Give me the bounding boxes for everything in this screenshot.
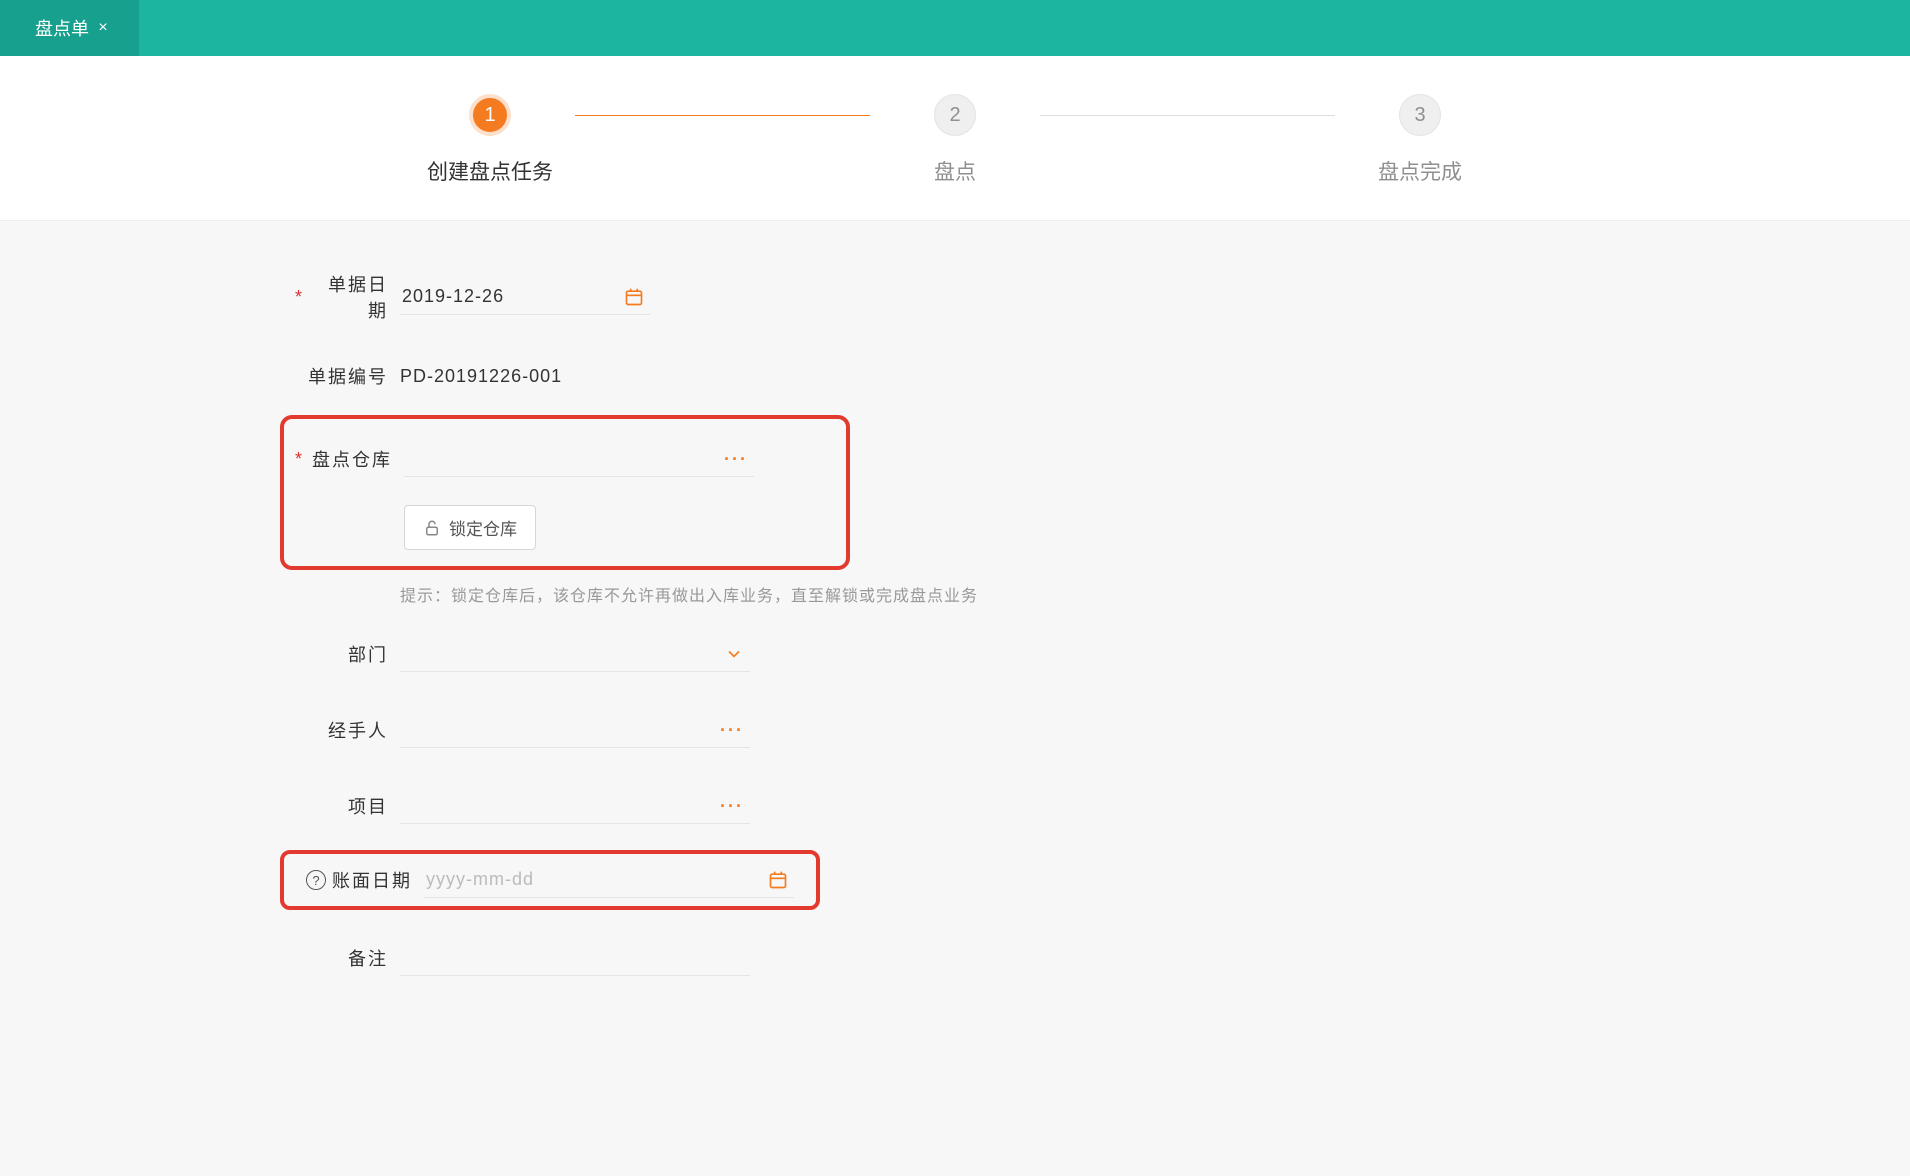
label-remark: 备注 xyxy=(295,945,400,971)
label-warehouse: * 盘点仓库 xyxy=(284,446,404,472)
highlight-book-date: ? 账面日期 xyxy=(280,850,820,910)
warehouse-input[interactable] xyxy=(404,441,754,477)
close-icon[interactable]: × xyxy=(97,22,109,34)
row-doc-no: 单据编号 PD-20191226-001 xyxy=(295,363,1910,389)
form-area: * 单据日期 单据编号 PD-20191226-001 * 盘点仓库 ··· xyxy=(0,221,1910,976)
stepper-container: 1 创建盘点任务 2 盘点 3 盘点完成 xyxy=(0,56,1910,221)
step-check: 2 盘点 xyxy=(870,94,1040,186)
required-asterisk: * xyxy=(295,449,302,470)
row-dept: 部门 xyxy=(295,636,1910,672)
calendar-icon[interactable] xyxy=(624,287,644,307)
highlight-warehouse: * 盘点仓库 ··· 锁定仓库 xyxy=(280,415,850,570)
doc-date-input[interactable] xyxy=(400,279,650,315)
row-lock-button: 锁定仓库 xyxy=(284,505,826,550)
row-remark: 备注 xyxy=(295,940,1910,976)
label-project: 项目 xyxy=(295,793,400,819)
label-handler: 经手人 xyxy=(295,717,400,743)
row-warehouse: * 盘点仓库 ··· xyxy=(284,441,826,477)
label-doc-no: 单据编号 xyxy=(295,363,400,389)
step-label: 盘点 xyxy=(934,156,976,186)
row-book-date: ? 账面日期 xyxy=(284,862,816,898)
label-dept: 部门 xyxy=(295,641,400,667)
row-doc-date: * 单据日期 xyxy=(295,271,1910,323)
more-icon[interactable]: ··· xyxy=(724,450,748,468)
step-complete: 3 盘点完成 xyxy=(1335,94,1505,186)
step-connector xyxy=(575,115,870,116)
project-input[interactable] xyxy=(400,788,750,824)
tab-label: 盘点单 xyxy=(35,15,89,41)
help-icon[interactable]: ? xyxy=(306,870,326,890)
remark-input[interactable] xyxy=(400,940,750,976)
more-icon[interactable]: ··· xyxy=(720,721,744,739)
chevron-down-icon[interactable] xyxy=(724,644,744,664)
label-doc-date: * 单据日期 xyxy=(295,271,400,323)
step-label: 创建盘点任务 xyxy=(427,156,553,186)
label-book-date: ? 账面日期 xyxy=(284,867,424,893)
dept-input[interactable] xyxy=(400,636,750,672)
book-date-input[interactable] xyxy=(424,862,794,898)
doc-no-value: PD-20191226-001 xyxy=(400,366,562,387)
lock-warehouse-button[interactable]: 锁定仓库 xyxy=(404,505,536,550)
lock-button-label: 锁定仓库 xyxy=(449,515,517,540)
step-number: 2 xyxy=(934,94,976,136)
handler-input[interactable] xyxy=(400,712,750,748)
tab-inventory-sheet[interactable]: 盘点单 × xyxy=(0,0,139,56)
step-connector xyxy=(1040,115,1335,116)
row-handler: 经手人 ··· xyxy=(295,712,1910,748)
required-asterisk: * xyxy=(295,287,302,308)
header-bar: 盘点单 × xyxy=(0,0,1910,56)
lock-hint-text: 提示：锁定仓库后，该仓库不允许再做出入库业务，直至解锁或完成盘点业务 xyxy=(400,582,1910,606)
step-label: 盘点完成 xyxy=(1378,156,1462,186)
more-icon[interactable]: ··· xyxy=(720,797,744,815)
unlock-icon xyxy=(423,519,441,537)
row-project: 项目 ··· xyxy=(295,788,1910,824)
calendar-icon[interactable] xyxy=(768,870,788,890)
step-number: 1 xyxy=(469,94,511,136)
step-create-task: 1 创建盘点任务 xyxy=(405,94,575,186)
step-number: 3 xyxy=(1399,94,1441,136)
